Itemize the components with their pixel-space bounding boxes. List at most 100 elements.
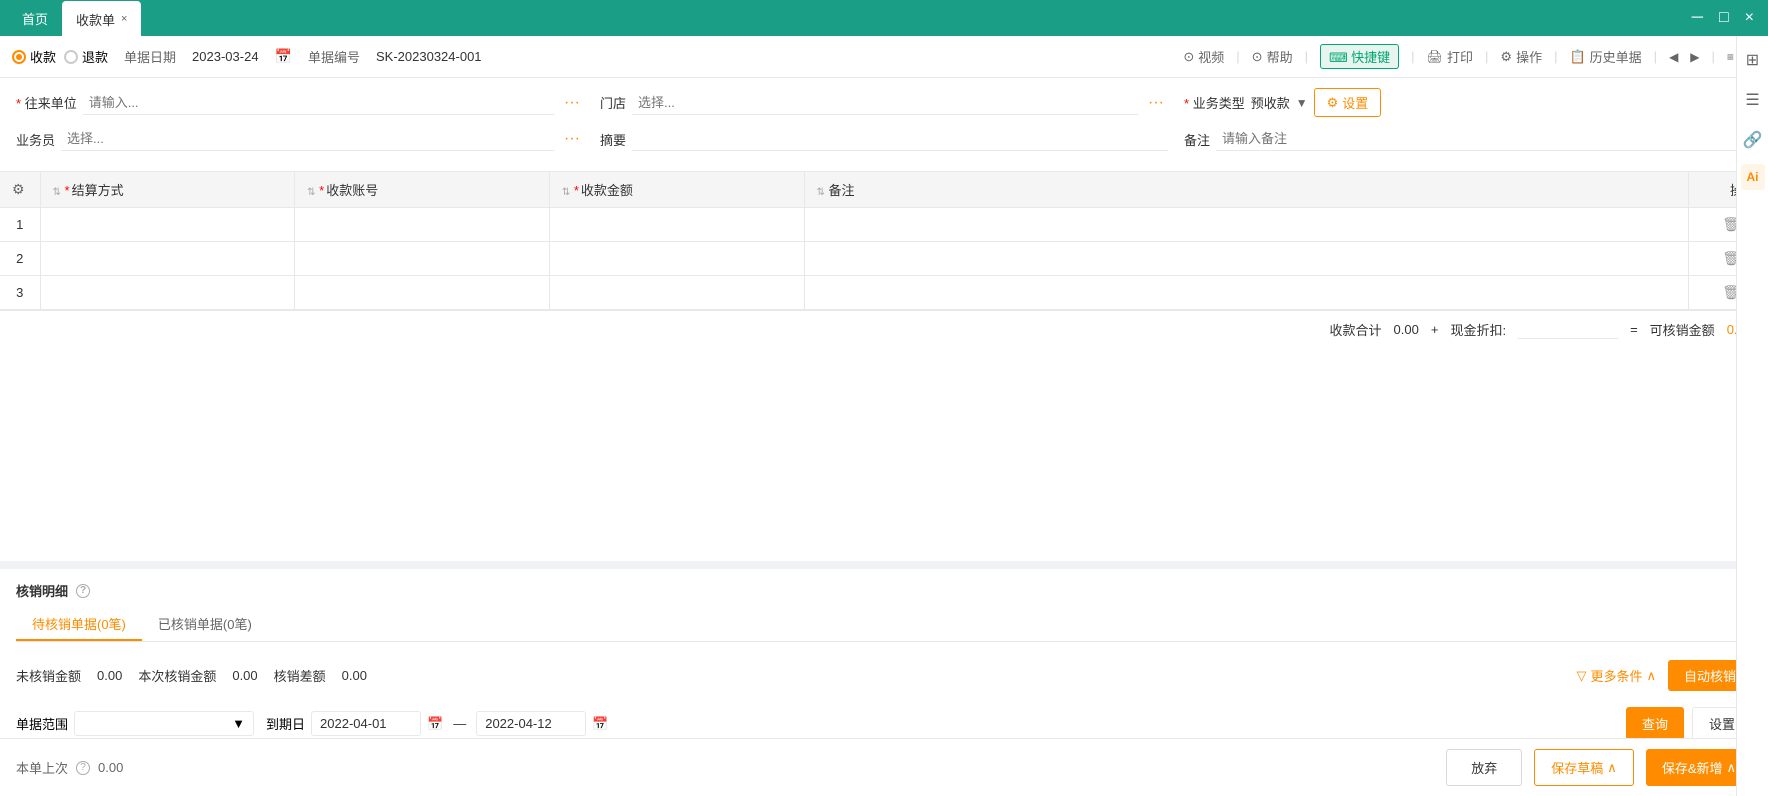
radio-refund[interactable]: 退款: [64, 47, 108, 66]
gear-icon: ⚙: [1327, 95, 1339, 111]
tab-done[interactable]: 已核销单据(0笔): [142, 608, 268, 641]
business-type-arrow[interactable]: ▼: [1296, 96, 1308, 110]
total-value: 0.00: [1394, 322, 1419, 337]
section-divider: [0, 561, 1768, 569]
due-label: 到期日: [266, 714, 305, 733]
save-draft-button[interactable]: 保存草稿 ∧: [1534, 749, 1634, 786]
close-button[interactable]: ×: [1739, 7, 1760, 29]
tab-pending[interactable]: 待核销单据(0笔): [16, 608, 142, 641]
settings-button[interactable]: ⚙ 设置: [1314, 88, 1382, 117]
diff-value: 0.00: [342, 668, 367, 683]
summary-label: 摘要: [600, 130, 626, 149]
staff-input[interactable]: [61, 127, 554, 151]
tab-bar: 首页 收款单 × ─ □ ×: [0, 0, 1768, 36]
row-3-settle[interactable]: [40, 276, 295, 310]
order-info-icon[interactable]: ?: [76, 761, 90, 775]
table-gear-icon[interactable]: ⚙: [12, 181, 25, 197]
range-field: 单据范围 ▼: [16, 711, 254, 736]
prev-icon[interactable]: ◀: [1669, 50, 1678, 64]
shortcut-button[interactable]: ⌨ 快捷键: [1320, 44, 1399, 69]
date-to-input[interactable]: [476, 711, 586, 736]
date-label: 单据日期: [124, 47, 176, 66]
sidebar-list-icon[interactable]: ☰: [1739, 84, 1765, 116]
date-to-calendar-icon[interactable]: 📅: [592, 716, 608, 732]
verify-stats: 未核销金额 0.00 本次核销金额 0.00 核销差额 0.00 ▽ 更多条件 …: [16, 652, 1752, 699]
calendar-icon[interactable]: 📅: [275, 48, 292, 65]
row-1-amount[interactable]: [549, 208, 804, 242]
more-conditions-button[interactable]: ▽ 更多条件 ∧: [1576, 666, 1656, 685]
row-2-amount[interactable]: [549, 242, 804, 276]
help-button[interactable]: ⊙ 帮助: [1252, 47, 1293, 66]
range-label: 单据范围: [16, 714, 68, 733]
store-input[interactable]: [632, 91, 1138, 115]
tab-close-icon[interactable]: ×: [121, 13, 127, 25]
radio-receive[interactable]: 收款: [12, 47, 56, 66]
sidebar-link-icon[interactable]: 🔗: [1737, 124, 1768, 156]
table-area: ⚙ ⇅ 结算方式 ⇅ 收款账号 ⇅ 收款金额: [0, 172, 1768, 561]
filter-icon: ▽: [1576, 668, 1586, 684]
store-more-icon[interactable]: ···: [1144, 94, 1168, 112]
minimize-button[interactable]: ─: [1686, 7, 1709, 29]
date-from-input[interactable]: [311, 711, 421, 736]
right-sidebar: ⊞ ☰ 🔗 Ai: [1736, 36, 1768, 796]
video-icon: ⊙: [1183, 49, 1194, 65]
list-icon[interactable]: ≡: [1727, 50, 1734, 64]
help-icon: ⊙: [1252, 49, 1263, 65]
range-arrow-icon: ▼: [232, 716, 245, 731]
row-1-num: 1: [0, 208, 40, 242]
staff-more-icon[interactable]: ···: [560, 130, 584, 148]
verification-title: 核销明细 ?: [16, 581, 1752, 600]
discount-input[interactable]: [1518, 319, 1618, 339]
toolbar-right: ⊙ 视频 | ⊙ 帮助 | ⌨ 快捷键 | 🖨 打印 | ⚙ 操作: [1183, 44, 1756, 69]
diff-label: 核销差额: [274, 666, 326, 685]
col-gear[interactable]: ⚙: [0, 172, 40, 208]
remark-input[interactable]: [1216, 127, 1752, 151]
store-field: 门店 ···: [600, 91, 1168, 115]
discard-button[interactable]: 放弃: [1446, 749, 1522, 786]
row-3-account[interactable]: [295, 276, 550, 310]
order-history-value: 0.00: [98, 760, 123, 775]
partner-more-icon[interactable]: ···: [560, 94, 584, 112]
save-new-arrow-icon: ∧: [1726, 760, 1736, 776]
sidebar-ai-icon[interactable]: Ai: [1741, 164, 1765, 190]
radio-group: 收款 退款: [12, 47, 108, 66]
range-select[interactable]: ▼: [74, 711, 254, 736]
summary-input[interactable]: [632, 127, 1168, 151]
row-2-remark[interactable]: [804, 242, 1688, 276]
row-2-settle[interactable]: [40, 242, 295, 276]
row-1-account[interactable]: [295, 208, 550, 242]
maximize-button[interactable]: □: [1713, 7, 1735, 29]
date-from-calendar-icon[interactable]: 📅: [427, 716, 443, 732]
unchecked-value: 0.00: [97, 668, 122, 683]
tab-home[interactable]: 首页: [8, 0, 62, 36]
video-button[interactable]: ⊙ 视频: [1183, 47, 1224, 66]
row-3-amount[interactable]: [549, 276, 804, 310]
business-type-label: * 业务类型: [1184, 93, 1245, 112]
footer-left: 本单上次 ? 0.00: [16, 758, 123, 777]
row-1-settle[interactable]: [40, 208, 295, 242]
table-row: 3 🗑 ⧉: [0, 276, 1768, 310]
next-icon[interactable]: ▶: [1690, 50, 1699, 64]
print-button[interactable]: 🖨 打印: [1426, 47, 1473, 66]
tab-receipt[interactable]: 收款单 ×: [62, 1, 141, 37]
current-verify-label: 本次核销金额: [138, 666, 216, 685]
verification-info-icon[interactable]: ?: [76, 584, 90, 598]
shortcut-icon: ⌨: [1329, 50, 1348, 65]
query-button[interactable]: 查询: [1626, 707, 1684, 740]
receipt-table: ⚙ ⇅ 结算方式 ⇅ 收款账号 ⇅ 收款金额: [0, 172, 1768, 310]
row-3-num: 3: [0, 276, 40, 310]
number-label: 单据编号: [308, 47, 360, 66]
row-3-remark[interactable]: [804, 276, 1688, 310]
footer-right: 放弃 保存草稿 ∧ 保存&新增 ∧: [1446, 749, 1752, 786]
table-header: ⚙ ⇅ 结算方式 ⇅ 收款账号 ⇅ 收款金额: [0, 172, 1768, 208]
history-button[interactable]: 📋 历史单据: [1569, 47, 1641, 66]
sidebar-table-icon[interactable]: ⊞: [1740, 44, 1765, 76]
operations-button[interactable]: ⚙ 操作: [1500, 47, 1542, 66]
partner-input[interactable]: [83, 91, 554, 115]
staff-label: 业务员: [16, 130, 55, 149]
row-2-account[interactable]: [295, 242, 550, 276]
row-1-remark[interactable]: [804, 208, 1688, 242]
col-settle-header: ⇅ 结算方式: [40, 172, 295, 208]
remark-field: 备注: [1184, 127, 1752, 151]
radio-refund-label: 退款: [82, 47, 108, 66]
